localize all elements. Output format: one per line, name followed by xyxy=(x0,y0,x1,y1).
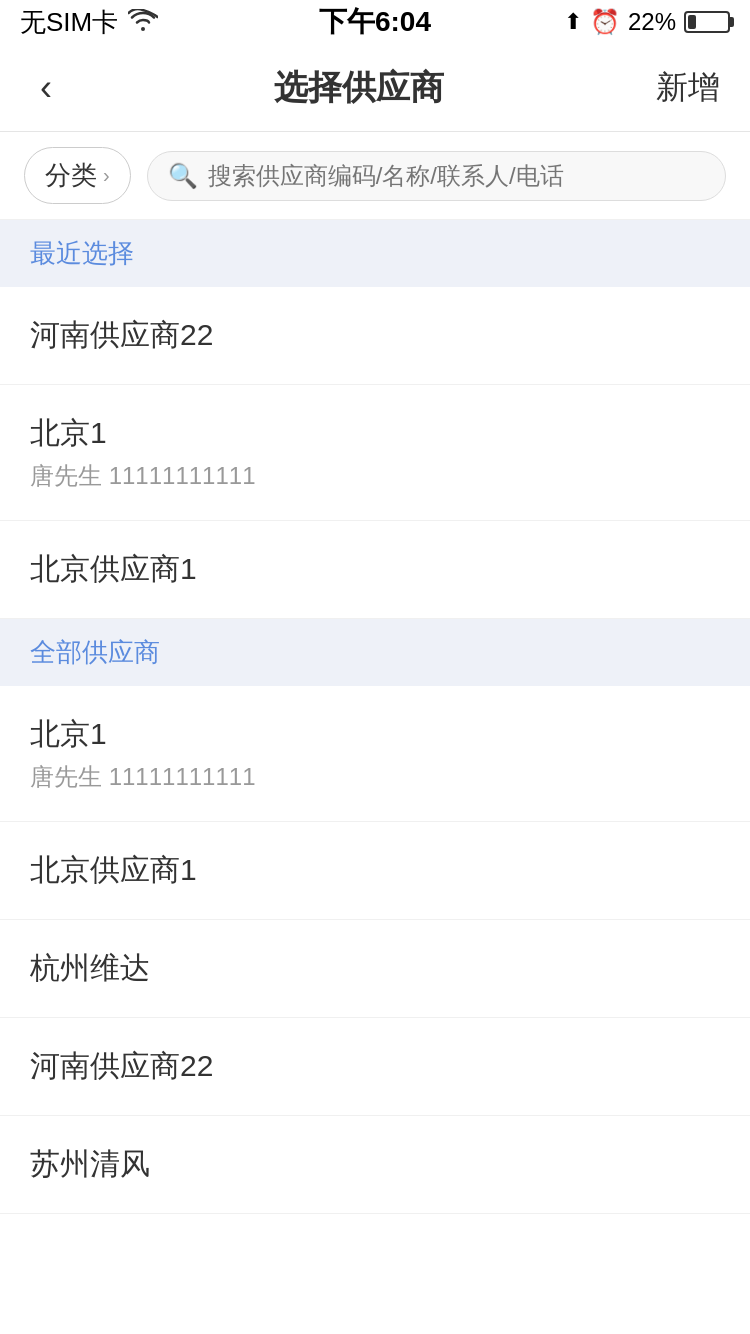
battery-percent: 22% xyxy=(628,8,676,36)
status-time: 下午6:04 xyxy=(319,3,431,41)
battery-icon xyxy=(684,11,730,33)
wifi-icon xyxy=(128,7,158,38)
search-box[interactable]: 🔍 xyxy=(147,151,726,201)
recent-section-title: 最近选择 xyxy=(30,238,134,268)
search-input[interactable] xyxy=(208,162,705,190)
filter-bar: 分类 › 🔍 xyxy=(0,132,750,220)
back-button[interactable]: ‹ xyxy=(30,57,62,119)
list-item[interactable]: 北京1 唐先生 11111111111 xyxy=(0,686,750,822)
list-item[interactable]: 北京供应商1 xyxy=(0,822,750,920)
list-item[interactable]: 北京供应商1 xyxy=(0,521,750,619)
item-name: 河南供应商22 xyxy=(30,315,720,356)
item-name: 北京1 xyxy=(30,413,720,454)
item-detail: 唐先生 11111111111 xyxy=(30,761,720,793)
list-item[interactable]: 北京1 唐先生 11111111111 xyxy=(0,385,750,521)
item-name: 杭州维达 xyxy=(30,948,720,989)
item-name: 北京供应商1 xyxy=(30,850,720,891)
list-item[interactable]: 河南供应商22 xyxy=(0,1018,750,1116)
item-name: 苏州清风 xyxy=(30,1144,720,1185)
item-name: 北京1 xyxy=(30,714,720,755)
list-item[interactable]: 河南供应商22 xyxy=(0,287,750,385)
alarm-icon: ⏰ xyxy=(590,8,620,36)
item-detail: 唐先生 11111111111 xyxy=(30,460,720,492)
list-item[interactable]: 杭州维达 xyxy=(0,920,750,1018)
item-name: 河南供应商22 xyxy=(30,1046,720,1087)
item-name: 北京供应商1 xyxy=(30,549,720,590)
carrier-text: 无SIM卡 xyxy=(20,5,118,40)
category-button[interactable]: 分类 › xyxy=(24,147,131,204)
status-bar: 无SIM卡 下午6:04 ⬆ ⏰ 22% xyxy=(0,0,750,44)
all-section-header: 全部供应商 xyxy=(0,619,750,686)
nav-title: 选择供应商 xyxy=(274,65,444,111)
status-right: ⬆ ⏰ 22% xyxy=(564,8,730,36)
chevron-right-icon: › xyxy=(103,164,110,187)
recent-section-header: 最近选择 xyxy=(0,220,750,287)
category-label: 分类 xyxy=(45,158,97,193)
list-item[interactable]: 苏州清风 xyxy=(0,1116,750,1214)
add-button[interactable]: 新增 xyxy=(656,66,720,110)
recent-list: 河南供应商22 北京1 唐先生 11111111111 北京供应商1 xyxy=(0,287,750,619)
status-left: 无SIM卡 xyxy=(20,5,158,40)
nav-bar: ‹ 选择供应商 新增 xyxy=(0,44,750,132)
search-icon: 🔍 xyxy=(168,162,198,190)
all-list: 北京1 唐先生 11111111111 北京供应商1 杭州维达 河南供应商22 … xyxy=(0,686,750,1214)
all-section-title: 全部供应商 xyxy=(30,637,160,667)
gps-icon: ⬆ xyxy=(564,9,582,35)
